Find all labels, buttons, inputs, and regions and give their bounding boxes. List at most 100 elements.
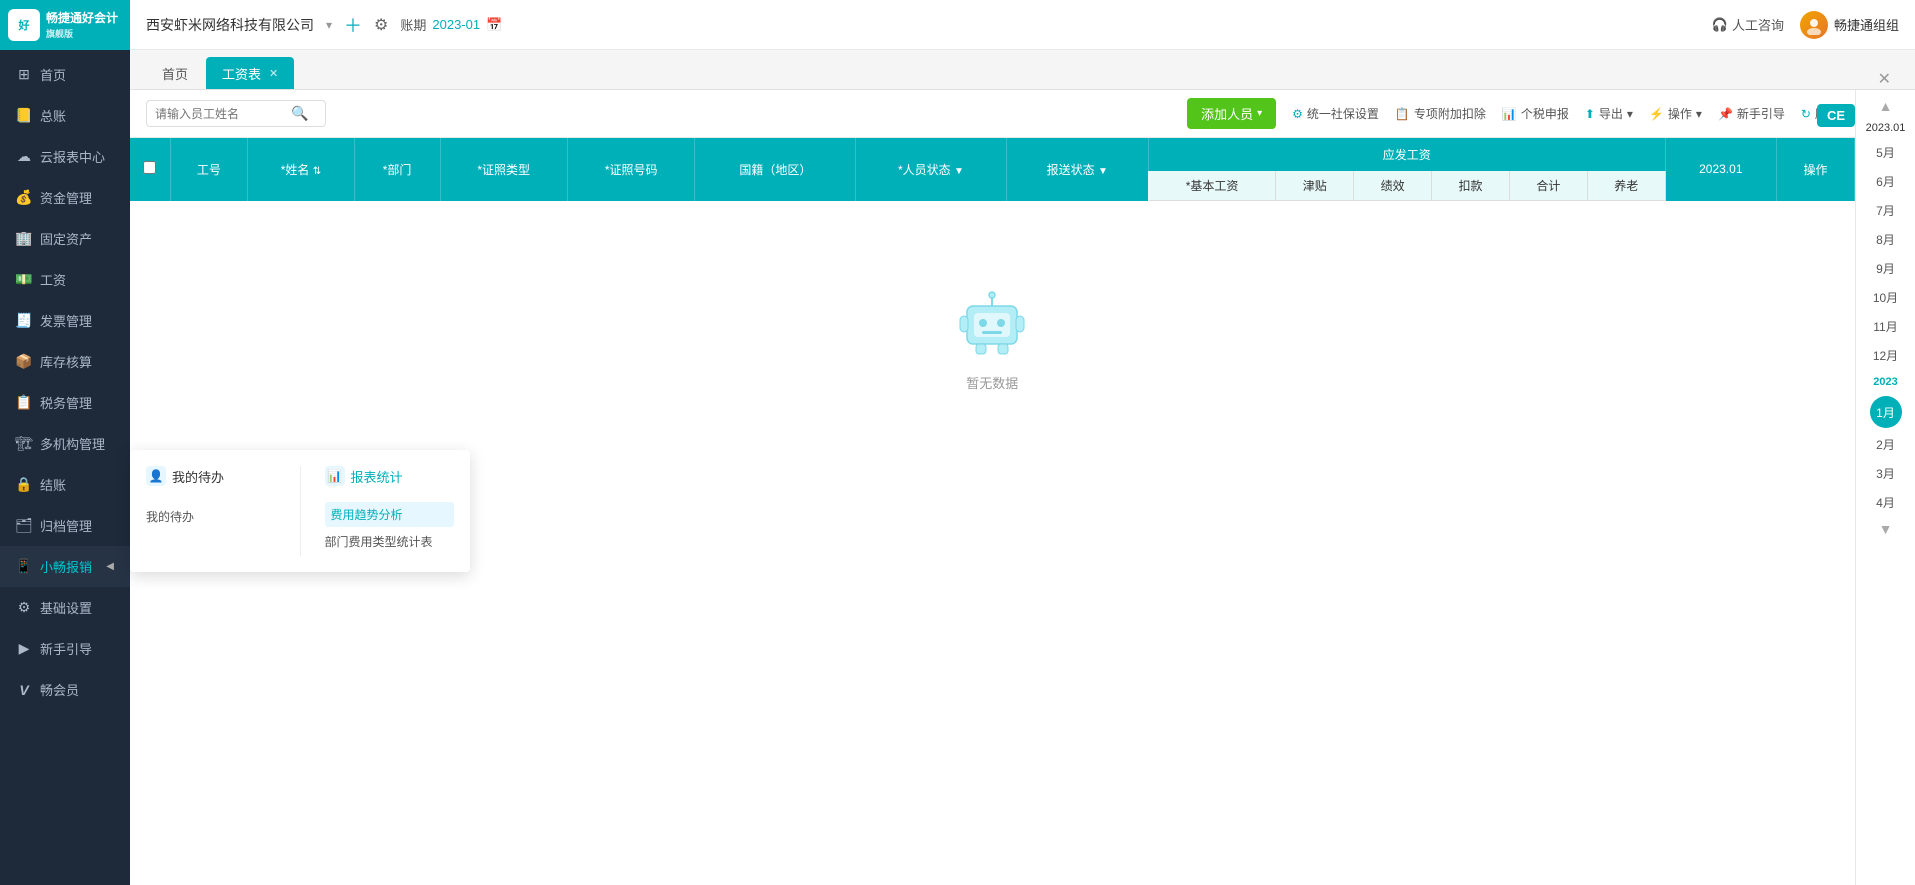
customer-service-btn[interactable]: 🎧 人工咨询: [1712, 15, 1784, 34]
col-period: 2023.01: [1665, 138, 1776, 201]
cloud-icon: ☁: [16, 149, 32, 165]
sidebar-item-cloud-report[interactable]: ☁ 云报表中心: [0, 136, 130, 177]
submenu-section-todo: 👤 我的待办 我的待办: [146, 466, 276, 556]
add-person-button[interactable]: 添加人员 ▾: [1187, 98, 1276, 129]
month-12[interactable]: 12月: [1856, 341, 1915, 370]
operation-btn[interactable]: ⚡ 操作 ▾: [1649, 105, 1702, 122]
sidebar-item-member[interactable]: V 畅会员: [0, 669, 130, 710]
sidebar-item-tax[interactable]: 📋 税务管理: [0, 382, 130, 423]
empty-state: 暂无数据: [130, 201, 1855, 472]
fixed-assets-icon: 🏢: [16, 231, 32, 247]
ce-badge: CE: [1817, 104, 1855, 127]
sidebar-label-basic-settings: 基础设置: [40, 598, 92, 617]
basic-settings-icon: ⚙: [16, 600, 32, 616]
col-ops: 操作: [1777, 138, 1855, 201]
sidebar-label-new-guide: 新手引导: [40, 639, 92, 658]
social-security-btn[interactable]: ⚙ 统一社保设置: [1292, 105, 1379, 122]
sub-col-pension: 养老: [1587, 171, 1665, 201]
individual-tax-btn[interactable]: 📊 个税申报: [1502, 105, 1569, 122]
add-company-button[interactable]: ＋: [344, 12, 362, 38]
month-5[interactable]: 5月: [1856, 138, 1915, 167]
sidebar-label-home: 首页: [40, 65, 66, 84]
sidebar-item-home[interactable]: ⊞ 首页: [0, 54, 130, 95]
new-guide-btn[interactable]: 📌 新手引导: [1718, 105, 1785, 122]
social-security-label: 统一社保设置: [1307, 105, 1379, 122]
avatar: [1800, 11, 1828, 39]
tab-bar: 首页 工资表 ✕ ✕: [130, 50, 1915, 90]
export-label: 导出: [1599, 105, 1623, 122]
main-area: 西安虾米网络科技有限公司 ▾ ＋ ⚙ 账期 2023-01 📅 🎧 人工咨询: [130, 0, 1915, 885]
sidebar-item-ledger[interactable]: 📒 总账: [0, 95, 130, 136]
submenu-item-my-todo[interactable]: 我的待办: [146, 502, 276, 531]
user-name: 畅捷通组组: [1834, 15, 1899, 34]
sidebar-item-invoice[interactable]: 🧾 发票管理: [0, 300, 130, 341]
month-4[interactable]: 4月: [1856, 488, 1915, 517]
col-checkbox: [130, 138, 170, 201]
sidebar-label-member: 畅会员: [40, 680, 79, 699]
sidebar-item-fixed-assets[interactable]: 🏢 固定资产: [0, 218, 130, 259]
special-deduction-btn[interactable]: 📋 专项附加扣除: [1395, 105, 1486, 122]
special-deduction-label: 专项附加扣除: [1414, 105, 1486, 122]
month-panel: ▲ 2023.01 5月 6月 7月 8月 9月 10月 11月 12月 202…: [1855, 90, 1915, 885]
company-name[interactable]: 西安虾米网络科技有限公司: [146, 15, 314, 35]
submenu-report-label: 报表统计: [351, 467, 403, 486]
month-scroll-up[interactable]: ▲: [1875, 94, 1897, 118]
individual-tax-label: 个税申报: [1521, 105, 1569, 122]
empty-text: 暂无数据: [966, 373, 1018, 392]
sidebar-item-mini-expense[interactable]: 📱 小畅报销 ◀: [0, 546, 130, 587]
sidebar-item-salary[interactable]: 💵 工资: [0, 259, 130, 300]
special-deduction-icon: 📋: [1395, 107, 1410, 121]
search-box: 🔍: [146, 100, 326, 127]
sub-col-base-salary: *基本工资: [1148, 171, 1275, 201]
tax-icon: 📋: [16, 395, 32, 411]
month-8[interactable]: 8月: [1856, 225, 1915, 254]
month-10[interactable]: 10月: [1856, 283, 1915, 312]
accounting-period: 账期 2023-01 📅: [400, 15, 502, 34]
invoice-icon: 🧾: [16, 313, 32, 329]
tab-home[interactable]: 首页: [146, 57, 204, 89]
submenu-item-expense-trend[interactable]: 费用趋势分析: [325, 502, 455, 527]
col-report-status: 报送状态 ▼: [1006, 138, 1148, 201]
avatar-svg: [1804, 15, 1824, 35]
month-2[interactable]: 2月: [1856, 430, 1915, 459]
submenu-item-dept-expense[interactable]: 部门费用类型统计表: [325, 527, 455, 556]
month-3[interactable]: 3月: [1856, 459, 1915, 488]
period-calendar-icon[interactable]: 📅: [486, 17, 502, 33]
add-person-label: 添加人员: [1201, 104, 1253, 123]
sidebar-item-multi-org[interactable]: 🏗 多机构管理: [0, 423, 130, 464]
sidebar-label-inventory: 库存核算: [40, 352, 92, 371]
company-dropdown-arrow[interactable]: ▾: [326, 18, 332, 32]
month-scroll-down[interactable]: ▼: [1875, 517, 1897, 541]
headset-icon: 🎧: [1712, 17, 1728, 33]
operation-label: 操作: [1668, 105, 1692, 122]
sidebar-item-fund[interactable]: 💰 资金管理: [0, 177, 130, 218]
inventory-icon: 📦: [16, 354, 32, 370]
sidebar-item-basic-settings[interactable]: ⚙ 基础设置: [0, 587, 130, 628]
app-title: 畅捷通好会计: [46, 10, 118, 27]
new-guide-icon: ▶: [16, 641, 32, 657]
sidebar-item-closing[interactable]: 🔒 结账: [0, 464, 130, 505]
sidebar-label-ledger: 总账: [40, 106, 66, 125]
export-btn[interactable]: ⬆ 导出 ▾: [1585, 105, 1633, 122]
search-icon[interactable]: 🔍: [291, 105, 308, 122]
sidebar-item-inventory[interactable]: 📦 库存核算: [0, 341, 130, 382]
sidebar-item-new-guide[interactable]: ▶ 新手引导: [0, 628, 130, 669]
fund-icon: 💰: [16, 190, 32, 206]
month-11[interactable]: 11月: [1856, 312, 1915, 341]
col-nationality: 国籍（地区）: [695, 138, 856, 201]
year-2023-header: 2023: [1856, 370, 1915, 394]
period-value[interactable]: 2023-01: [432, 17, 480, 32]
month-6[interactable]: 6月: [1856, 167, 1915, 196]
month-9[interactable]: 9月: [1856, 254, 1915, 283]
tab-salary-close[interactable]: ✕: [269, 67, 278, 80]
tab-bar-close-icon[interactable]: ✕: [1878, 69, 1891, 89]
search-input[interactable]: [155, 107, 285, 121]
month-1-active[interactable]: 1月: [1870, 396, 1902, 428]
tab-salary[interactable]: 工资表 ✕: [206, 57, 294, 89]
month-7[interactable]: 7月: [1856, 196, 1915, 225]
select-all-checkbox[interactable]: [143, 161, 156, 174]
sidebar-label-mini-expense: 小畅报销: [40, 557, 92, 576]
company-settings-icon[interactable]: ⚙: [374, 15, 388, 35]
sidebar: 好 畅捷通好会计 旗舰版 ⊞ 首页 📒 总账 ☁ 云报表中心 💰 资金管理 🏢 …: [0, 0, 130, 885]
sidebar-item-archive[interactable]: 🗂 归档管理: [0, 505, 130, 546]
